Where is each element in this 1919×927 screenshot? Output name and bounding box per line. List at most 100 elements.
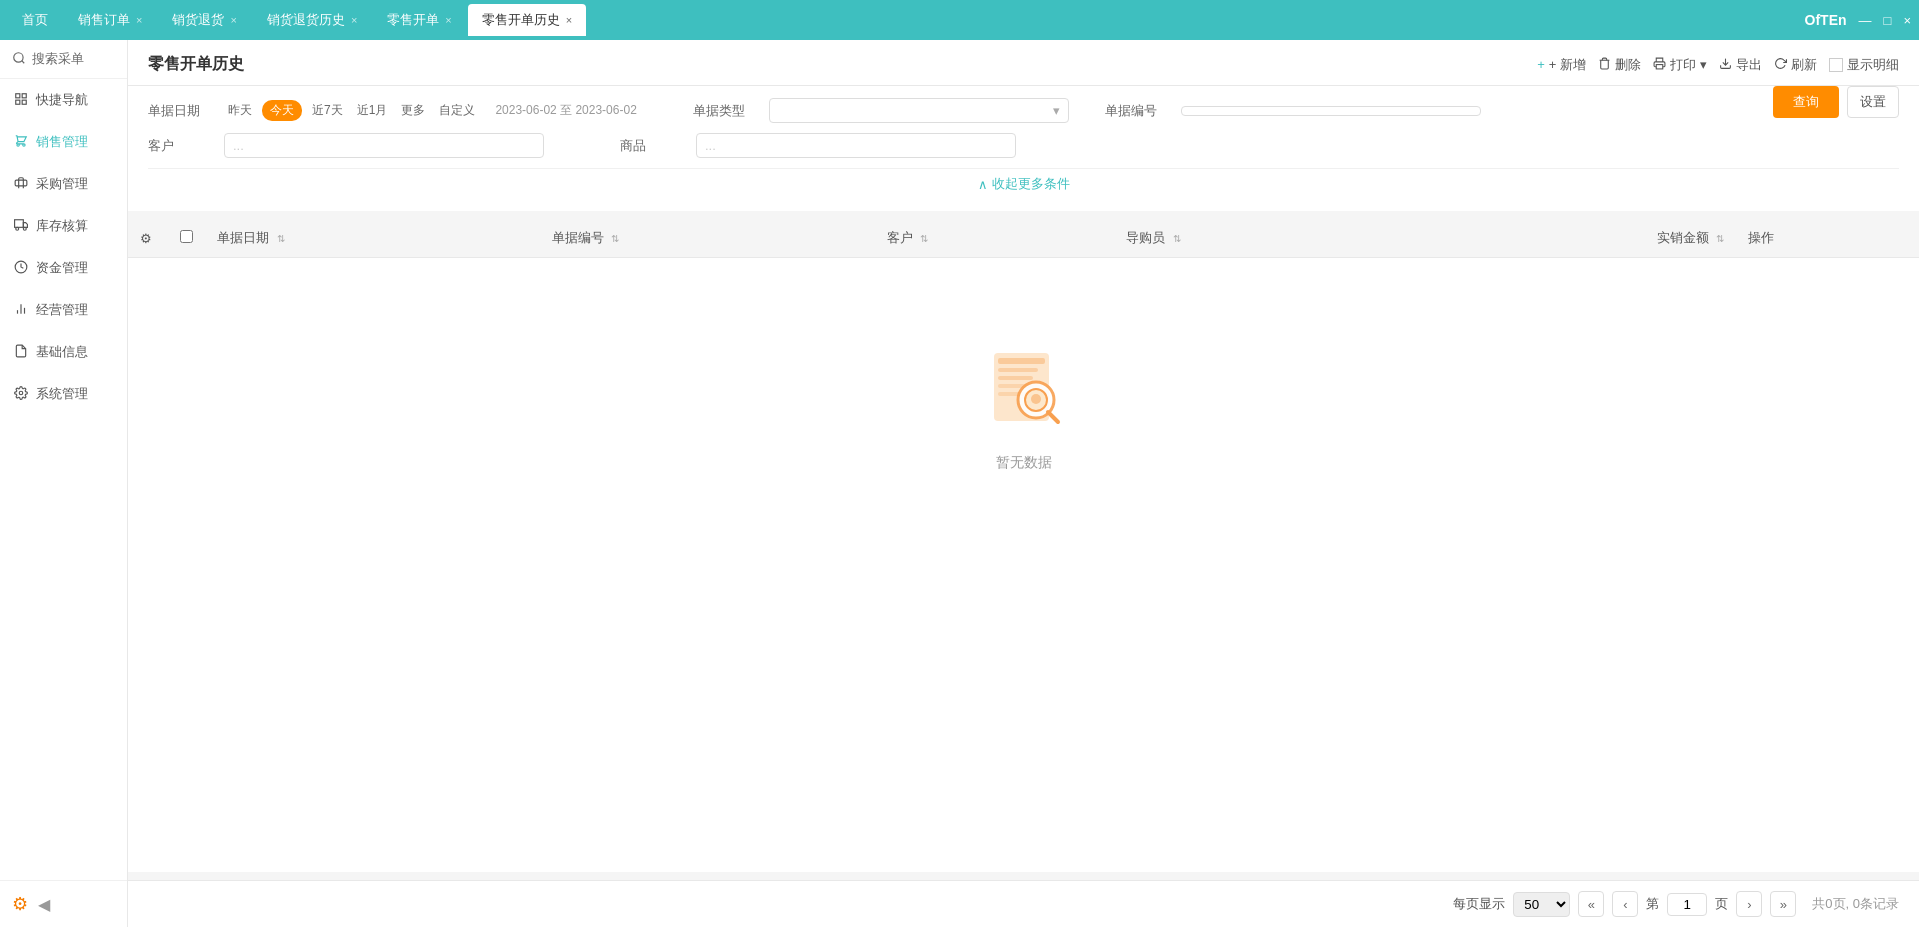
system-icon [14, 386, 28, 403]
tab-sales-return-history[interactable]: 销货退货历史 × [253, 4, 371, 36]
next-page-btn[interactable]: › [1736, 891, 1762, 917]
last-page-btn[interactable]: » [1770, 891, 1796, 917]
collapse-icon: ∧ [978, 177, 988, 192]
date-shortcut-more[interactable]: 更多 [397, 100, 429, 121]
delete-button[interactable]: 删除 [1598, 56, 1641, 74]
page-actions: + + 新增 删除 [1537, 56, 1899, 74]
window-close[interactable]: × [1903, 13, 1911, 28]
table-settings-icon[interactable]: ⚙ [140, 231, 152, 246]
date-shortcut-custom[interactable]: 自定义 [435, 100, 479, 121]
sort-doc-date-icon[interactable]: ⇅ [277, 233, 285, 244]
sidebar-item-label: 系统管理 [36, 385, 88, 403]
sidebar: 搜索采单 快捷导航 销售管理 [0, 40, 128, 927]
doc-type-select[interactable]: ▾ [769, 98, 1069, 123]
sidebar-item-basic-info[interactable]: 基础信息 [0, 331, 127, 373]
sort-amount-icon[interactable]: ⇅ [1716, 233, 1724, 244]
data-table: ⚙ 单据日期 ⇅ 单据编号 ⇅ [128, 219, 1919, 258]
add-icon: + [1537, 57, 1545, 72]
doc-no-input[interactable] [1181, 106, 1481, 116]
date-shortcut-today[interactable]: 今天 [262, 100, 302, 121]
search-icon [12, 51, 26, 68]
top-navigation: 首页 销售订单 × 销货退货 × 销货退货历史 × 零售开单 × 零售开单历史 … [0, 0, 1919, 40]
date-shortcut-yesterday[interactable]: 昨天 [224, 100, 256, 121]
inventory-icon [14, 218, 28, 235]
sidebar-item-label: 快捷导航 [36, 91, 88, 109]
print-icon [1653, 57, 1666, 73]
col-amount[interactable]: 实销金额 ⇅ [1402, 219, 1737, 258]
filter-area: 单据日期 昨天 今天 近7天 近1月 更多 自定义 2023-06-02 至 2… [128, 86, 1919, 211]
col-guide[interactable]: 导购员 ⇅ [1114, 219, 1401, 258]
date-shortcut-1month[interactable]: 近1月 [353, 100, 392, 121]
page-size-select[interactable]: 50 10 20 100 [1513, 892, 1570, 917]
collapse-conditions-btn[interactable]: ∧ 收起更多条件 [148, 168, 1899, 199]
query-button[interactable]: 查询 [1773, 86, 1839, 118]
prev-page-btn[interactable]: ‹ [1612, 891, 1638, 917]
product-label: 商品 [620, 137, 680, 155]
refresh-button[interactable]: 刷新 [1774, 56, 1817, 74]
export-button[interactable]: 导出 [1719, 56, 1762, 74]
window-minimize[interactable]: — [1859, 13, 1872, 28]
settings-icon[interactable]: ⚙ [12, 893, 28, 915]
display-detail-checkbox[interactable] [1829, 58, 1843, 72]
col-doc-date[interactable]: 单据日期 ⇅ [205, 219, 540, 258]
date-shortcuts: 昨天 今天 近7天 近1月 更多 自定义 [224, 100, 479, 121]
sales-mgmt-icon [14, 134, 28, 151]
delete-icon [1598, 57, 1611, 73]
customer-input[interactable]: ... [224, 133, 544, 158]
sidebar-item-sales-mgmt[interactable]: 销售管理 [0, 121, 127, 163]
tab-retail-open[interactable]: 零售开单 × [373, 4, 465, 36]
print-button[interactable]: 打印 ▾ [1653, 56, 1707, 74]
sidebar-item-quick-nav[interactable]: 快捷导航 [0, 79, 127, 121]
close-tab-retail-open-history[interactable]: × [566, 14, 572, 26]
svg-rect-4 [22, 100, 26, 104]
svg-rect-14 [1656, 64, 1663, 68]
sidebar-item-label: 基础信息 [36, 343, 88, 361]
tab-home[interactable]: 首页 [8, 4, 62, 36]
sort-doc-no-icon[interactable]: ⇅ [611, 233, 619, 244]
export-icon [1719, 57, 1732, 73]
display-detail-btn[interactable]: 显示明细 [1829, 56, 1899, 74]
svg-point-13 [19, 391, 23, 395]
doc-no-label: 单据编号 [1105, 102, 1165, 120]
tab-retail-open-history[interactable]: 零售开单历史 × [468, 4, 586, 36]
sidebar-item-system[interactable]: 系统管理 [0, 373, 127, 415]
svg-rect-3 [22, 93, 26, 97]
sidebar-item-inventory[interactable]: 库存核算 [0, 205, 127, 247]
collapse-sidebar-icon[interactable]: ◀ [38, 895, 50, 914]
sidebar-item-purchase-mgmt[interactable]: 采购管理 [0, 163, 127, 205]
sidebar-item-operations[interactable]: 经营管理 [0, 289, 127, 331]
date-shortcut-7days[interactable]: 近7天 [308, 100, 347, 121]
sort-customer-icon[interactable]: ⇅ [920, 233, 928, 244]
add-button[interactable]: + + 新增 [1537, 56, 1586, 74]
tab-sales-order[interactable]: 销售订单 × [64, 4, 156, 36]
svg-rect-18 [998, 368, 1038, 372]
filter-settings-button[interactable]: 设置 [1847, 86, 1899, 118]
sidebar-item-label: 销售管理 [36, 133, 88, 151]
close-tab-sales-return[interactable]: × [230, 14, 236, 26]
first-page-btn[interactable]: « [1578, 891, 1604, 917]
filter-row-1: 单据日期 昨天 今天 近7天 近1月 更多 自定义 2023-06-02 至 2… [148, 98, 1899, 123]
col-checkbox [168, 219, 205, 258]
sidebar-search[interactable]: 搜索采单 [0, 40, 127, 79]
product-input[interactable]: ... [696, 133, 1016, 158]
col-doc-no[interactable]: 单据编号 ⇅ [540, 219, 875, 258]
svg-point-25 [1031, 394, 1041, 404]
close-tab-sales-order[interactable]: × [136, 14, 142, 26]
col-actions: 操作 [1736, 219, 1919, 258]
sort-guide-icon[interactable]: ⇅ [1173, 233, 1181, 244]
window-maximize[interactable]: □ [1884, 13, 1892, 28]
empty-icon [974, 338, 1074, 438]
close-tab-retail-open[interactable]: × [445, 14, 451, 26]
svg-point-8 [16, 227, 19, 230]
sidebar-item-finance[interactable]: 资金管理 [0, 247, 127, 289]
select-all-checkbox[interactable] [180, 230, 193, 243]
close-tab-sales-return-history[interactable]: × [351, 14, 357, 26]
sidebar-item-label: 经营管理 [36, 301, 88, 319]
col-customer[interactable]: 客户 ⇅ [875, 219, 1115, 258]
svg-rect-17 [998, 358, 1045, 364]
pagination-bar: 每页显示 50 10 20 100 « ‹ 第 页 › » 共0页, 0条记录 [128, 880, 1919, 927]
tab-sales-return[interactable]: 销货退货 × [158, 4, 250, 36]
svg-line-24 [1048, 412, 1058, 422]
page-number-input[interactable] [1667, 893, 1707, 916]
svg-rect-19 [998, 376, 1033, 380]
